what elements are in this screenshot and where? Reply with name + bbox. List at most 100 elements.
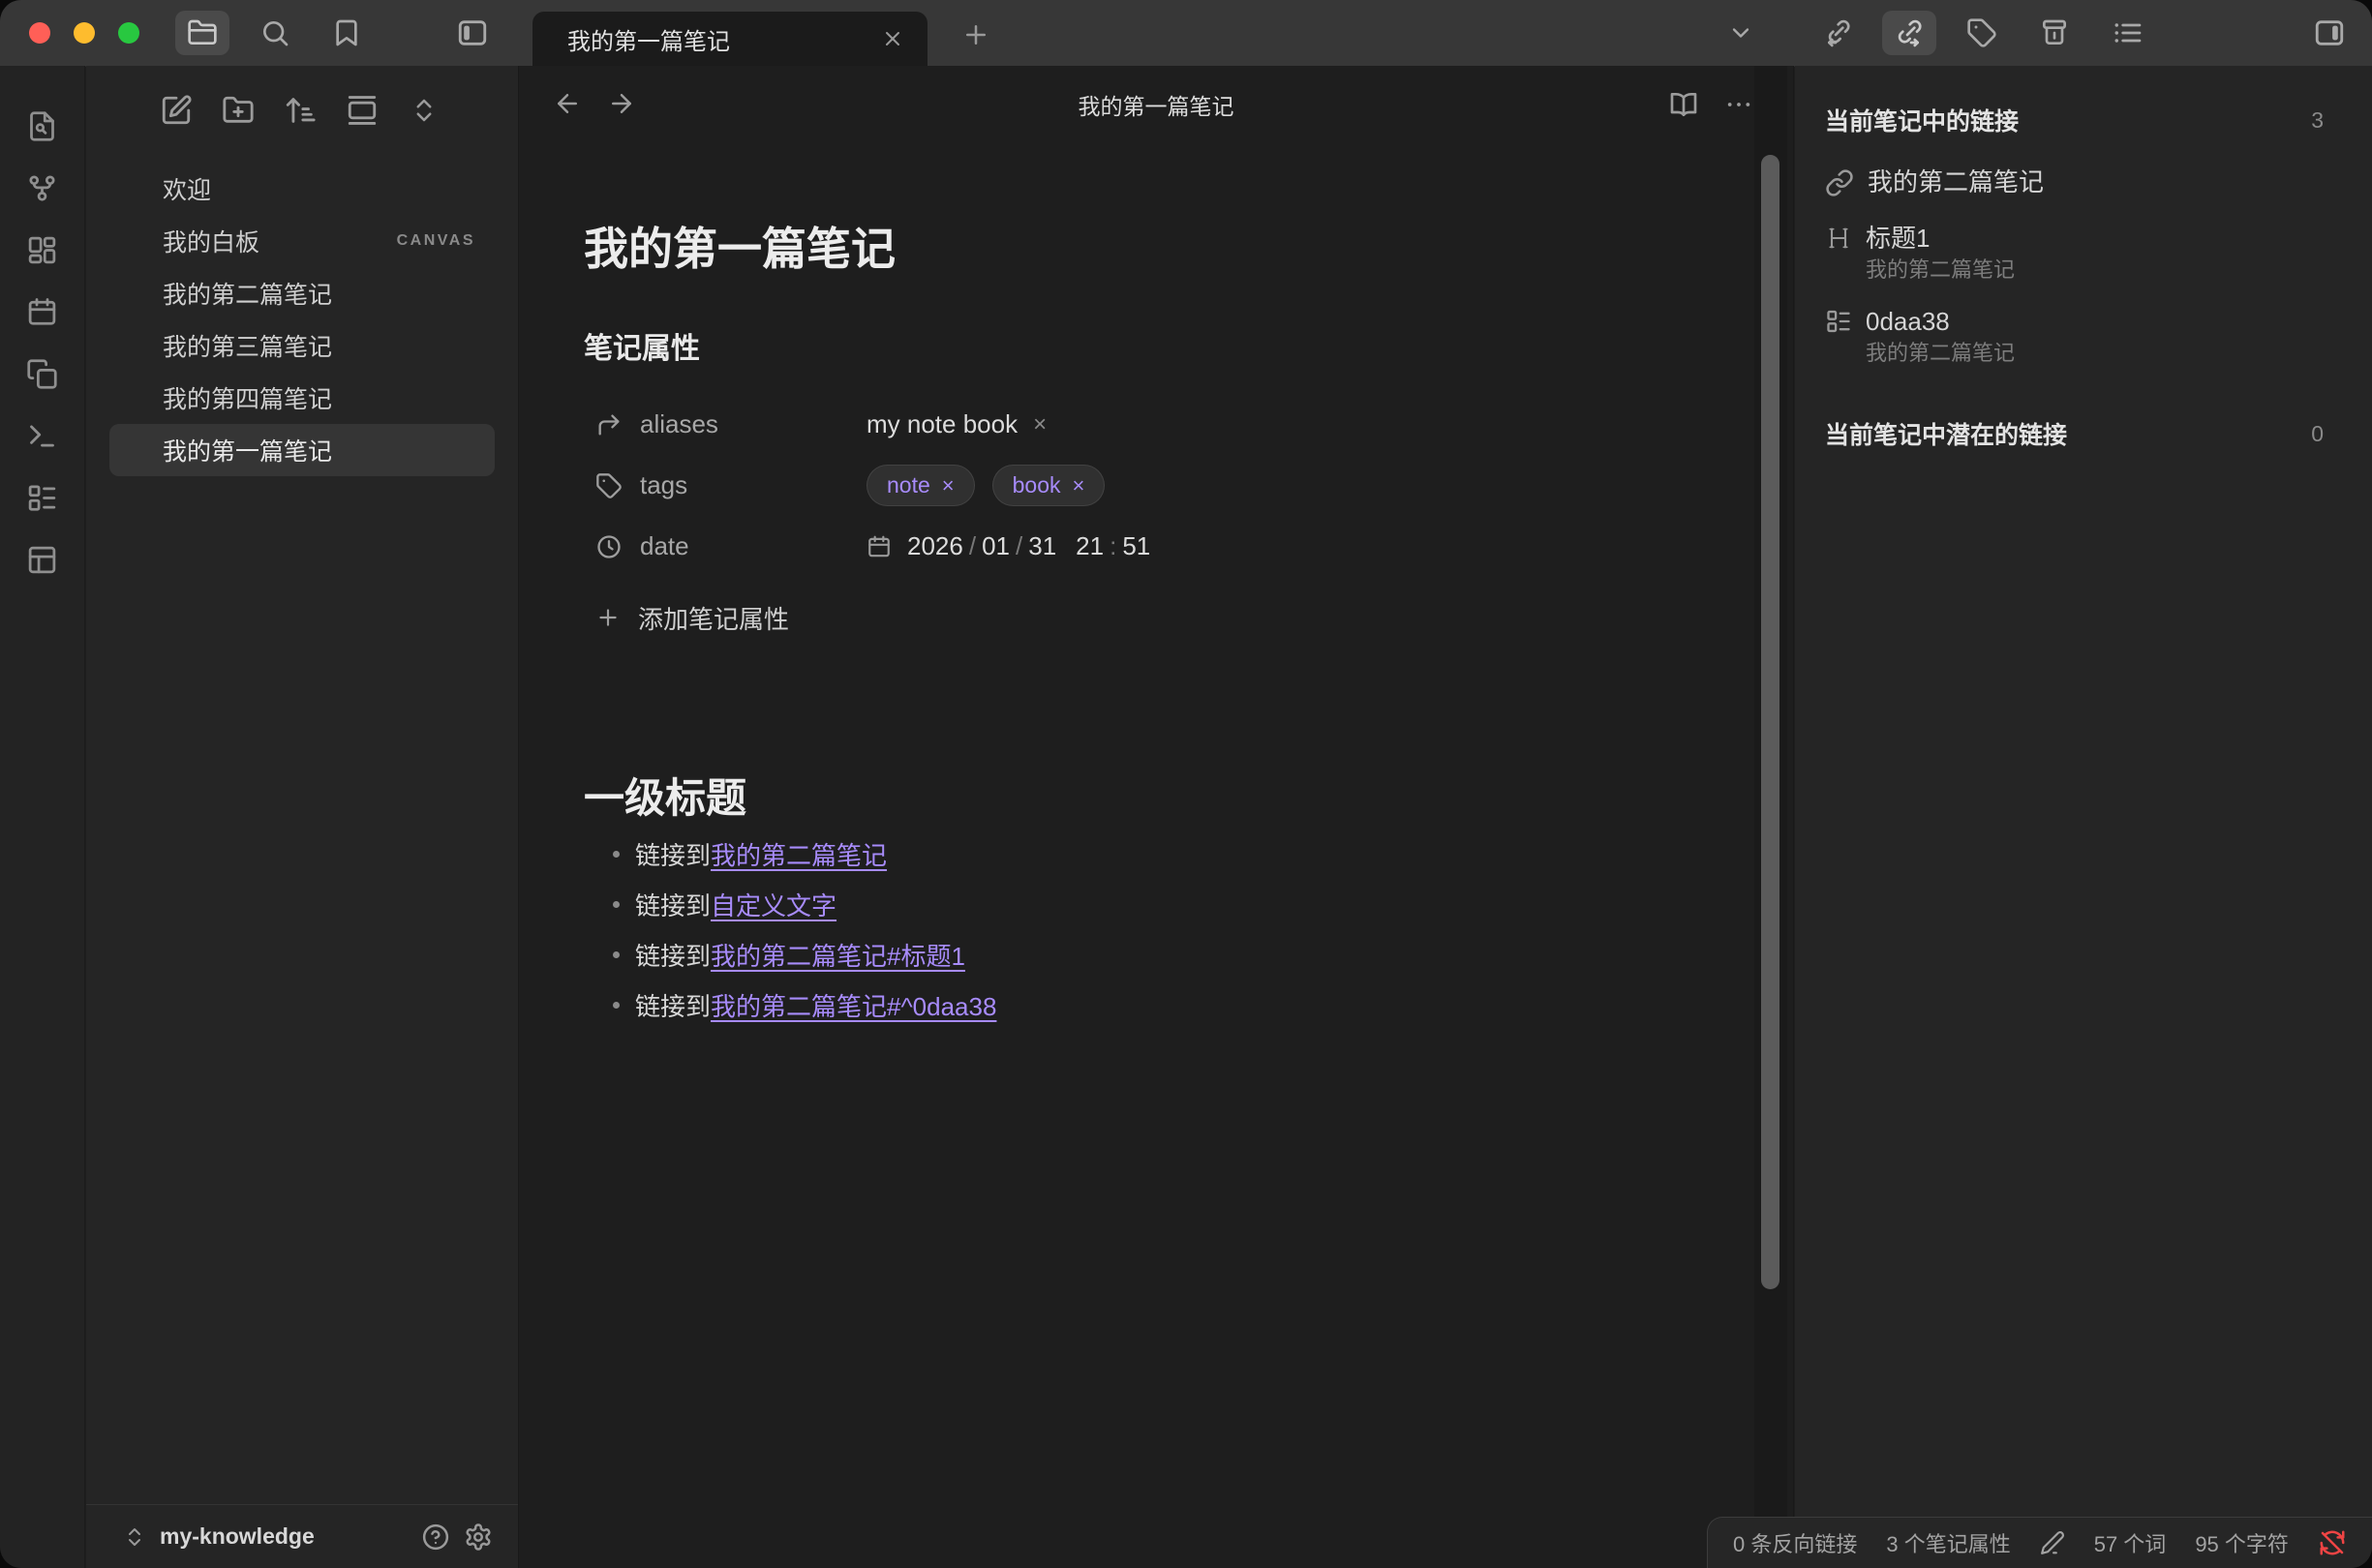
scrollbar-thumb[interactable] [1761, 155, 1779, 1289]
more-options-button[interactable] [1723, 89, 1754, 120]
ribbon-properties-button[interactable] [12, 467, 74, 528]
toggle-left-sidebar-button[interactable] [445, 11, 500, 55]
property-key[interactable]: tags [584, 470, 867, 500]
backlinks-view-button[interactable] [1810, 11, 1865, 55]
file-item[interactable]: 我的白板 CANVAS [109, 215, 495, 267]
file-item-label: 我的第一篇笔记 [163, 438, 333, 466]
internal-link[interactable]: 我的第二篇笔记 [711, 836, 887, 872]
chevron-down-icon [1727, 19, 1754, 46]
tags-view-button[interactable] [1955, 11, 2009, 55]
note-title: 我的第一篇笔记 [584, 224, 896, 274]
tab-list-button[interactable] [1714, 11, 1768, 55]
outgoing-link-item[interactable]: 我的第二篇笔记 [1825, 161, 2324, 203]
character-count[interactable]: 95 个字符 [2195, 1527, 2289, 1558]
new-folder-button[interactable] [222, 93, 255, 128]
tag-pill-label: book [1012, 472, 1061, 498]
vault-switcher[interactable]: my-knowledge [86, 1504, 518, 1568]
file-item-active[interactable]: 我的第一篇笔记 [109, 424, 495, 476]
settings-button[interactable] [464, 1523, 493, 1552]
backlinks-count[interactable]: 0 条反向链接 [1733, 1527, 1857, 1558]
file-item-label: 我的第二篇笔记 [163, 282, 333, 309]
new-note-button[interactable] [160, 93, 193, 128]
remove-tag-button[interactable]: × [1073, 473, 1085, 498]
outline-view-button[interactable] [2101, 11, 2155, 55]
property-key-label: aliases [640, 409, 718, 439]
properties-count[interactable]: 3 个笔记属性 [1886, 1527, 2010, 1558]
files-sidebar-button[interactable] [175, 11, 229, 55]
file-item[interactable]: 我的第三篇笔记 [109, 319, 495, 372]
tag-icon [1966, 17, 1997, 48]
gallery-vertical-icon [346, 94, 379, 127]
ribbon-layout-button[interactable] [12, 528, 74, 590]
help-button[interactable] [421, 1523, 450, 1552]
file-item-label: 我的第四篇笔记 [163, 386, 333, 413]
toggle-right-sidebar-button[interactable] [2302, 11, 2357, 55]
outgoing-links-panel: 当前笔记中的链接 3 我的第二篇笔记 标题1 我的第二篇笔记 0daa38 我的… [1795, 66, 2372, 1568]
file-item[interactable]: 我的第四篇笔记 [109, 372, 495, 424]
ribbon-graph-view-button[interactable] [12, 157, 74, 219]
ribbon-templates-button[interactable] [12, 343, 74, 405]
bullet-list: 链接到 我的第二篇笔记 链接到 自定义文字 链接到 我的第二篇笔记#标题1 链接到 我的… [584, 829, 1638, 1031]
property-key[interactable]: date [584, 531, 867, 561]
date-month: 01 [982, 531, 1010, 561]
file-list: 欢迎 我的白板 CANVAS 我的第二篇笔记 我的第三篇笔记 我的第四篇笔记 我的… [86, 163, 518, 476]
ribbon-quick-switcher-button[interactable] [12, 95, 74, 157]
property-key[interactable]: aliases [584, 409, 867, 439]
link-in-icon [1822, 17, 1853, 48]
pencil-icon [2040, 1530, 2065, 1555]
property-value-aliases[interactable]: my note book × [867, 409, 1047, 439]
ribbon-daily-note-button[interactable] [12, 281, 74, 343]
collapse-expand-button[interactable] [408, 93, 441, 128]
tab-note[interactable]: 我的第一篇笔记 [532, 12, 928, 66]
outgoing-links-view-button[interactable] [1882, 11, 1936, 55]
search-icon [259, 17, 290, 48]
panel-right-icon [2313, 16, 2346, 49]
close-window-button[interactable] [29, 22, 50, 44]
search-button[interactable] [248, 11, 302, 55]
square-pen-icon [160, 94, 193, 127]
minimize-window-button[interactable] [74, 22, 95, 44]
outgoing-link-item[interactable]: 标题1 我的第二篇笔记 [1825, 217, 2324, 283]
tag-pill-label: note [887, 472, 930, 498]
potential-links-header[interactable]: 当前笔记中潜在的链接 0 [1825, 412, 2324, 455]
ribbon-command-palette-button[interactable] [12, 405, 74, 467]
reading-view-button[interactable] [1668, 89, 1699, 120]
archive-view-button[interactable] [2027, 11, 2082, 55]
edit-mode-indicator[interactable] [2040, 1530, 2065, 1555]
link-item-label: 我的第二篇笔记 [1868, 167, 2045, 196]
remove-alias-button[interactable]: × [1033, 411, 1047, 438]
navigate-back-button[interactable] [553, 89, 582, 118]
word-count[interactable]: 57 个词 [2094, 1527, 2167, 1558]
plus-icon [961, 20, 990, 49]
file-item-label: 我的白板 [163, 229, 260, 256]
sort-order-button[interactable] [284, 93, 317, 128]
remove-tag-button[interactable]: × [942, 473, 955, 498]
add-property-button[interactable]: 添加笔记属性 [584, 596, 1638, 639]
link-item-label: 0daa38 [1866, 307, 1950, 336]
tag-pill[interactable]: book × [991, 465, 1106, 507]
tag-pill[interactable]: note × [867, 465, 975, 507]
arrow-left-icon [553, 89, 582, 118]
navigate-forward-button[interactable] [607, 89, 636, 118]
bookmarks-button[interactable] [319, 11, 374, 55]
sync-status-button[interactable] [2318, 1528, 2347, 1557]
canvas-badge: CANVAS [396, 232, 475, 249]
new-tab-button[interactable] [951, 13, 1001, 57]
card-view-button[interactable] [346, 93, 379, 128]
maximize-window-button[interactable] [118, 22, 139, 44]
file-item[interactable]: 欢迎 [109, 163, 495, 215]
file-item[interactable]: 我的第二篇笔记 [109, 267, 495, 319]
internal-link[interactable]: 我的第二篇笔记#标题1 [711, 937, 965, 973]
gear-icon [464, 1523, 493, 1552]
internal-link[interactable]: 我的第二篇笔记#^0daa38 [711, 987, 996, 1023]
sync-off-icon [2318, 1528, 2347, 1557]
archive-icon [2039, 17, 2070, 48]
property-value-date[interactable]: 2026/01/31 21:51 [867, 531, 1150, 561]
tab-close-button[interactable] [881, 27, 904, 50]
folder-plus-icon [222, 94, 255, 127]
outgoing-link-item[interactable]: 0daa38 我的第二篇笔记 [1825, 300, 2324, 366]
ribbon-canvas-button[interactable] [12, 219, 74, 281]
block-list-icon [1825, 300, 1852, 335]
internal-link[interactable]: 自定义文字 [711, 887, 836, 922]
outgoing-links-header[interactable]: 当前笔记中的链接 3 [1825, 99, 2324, 141]
